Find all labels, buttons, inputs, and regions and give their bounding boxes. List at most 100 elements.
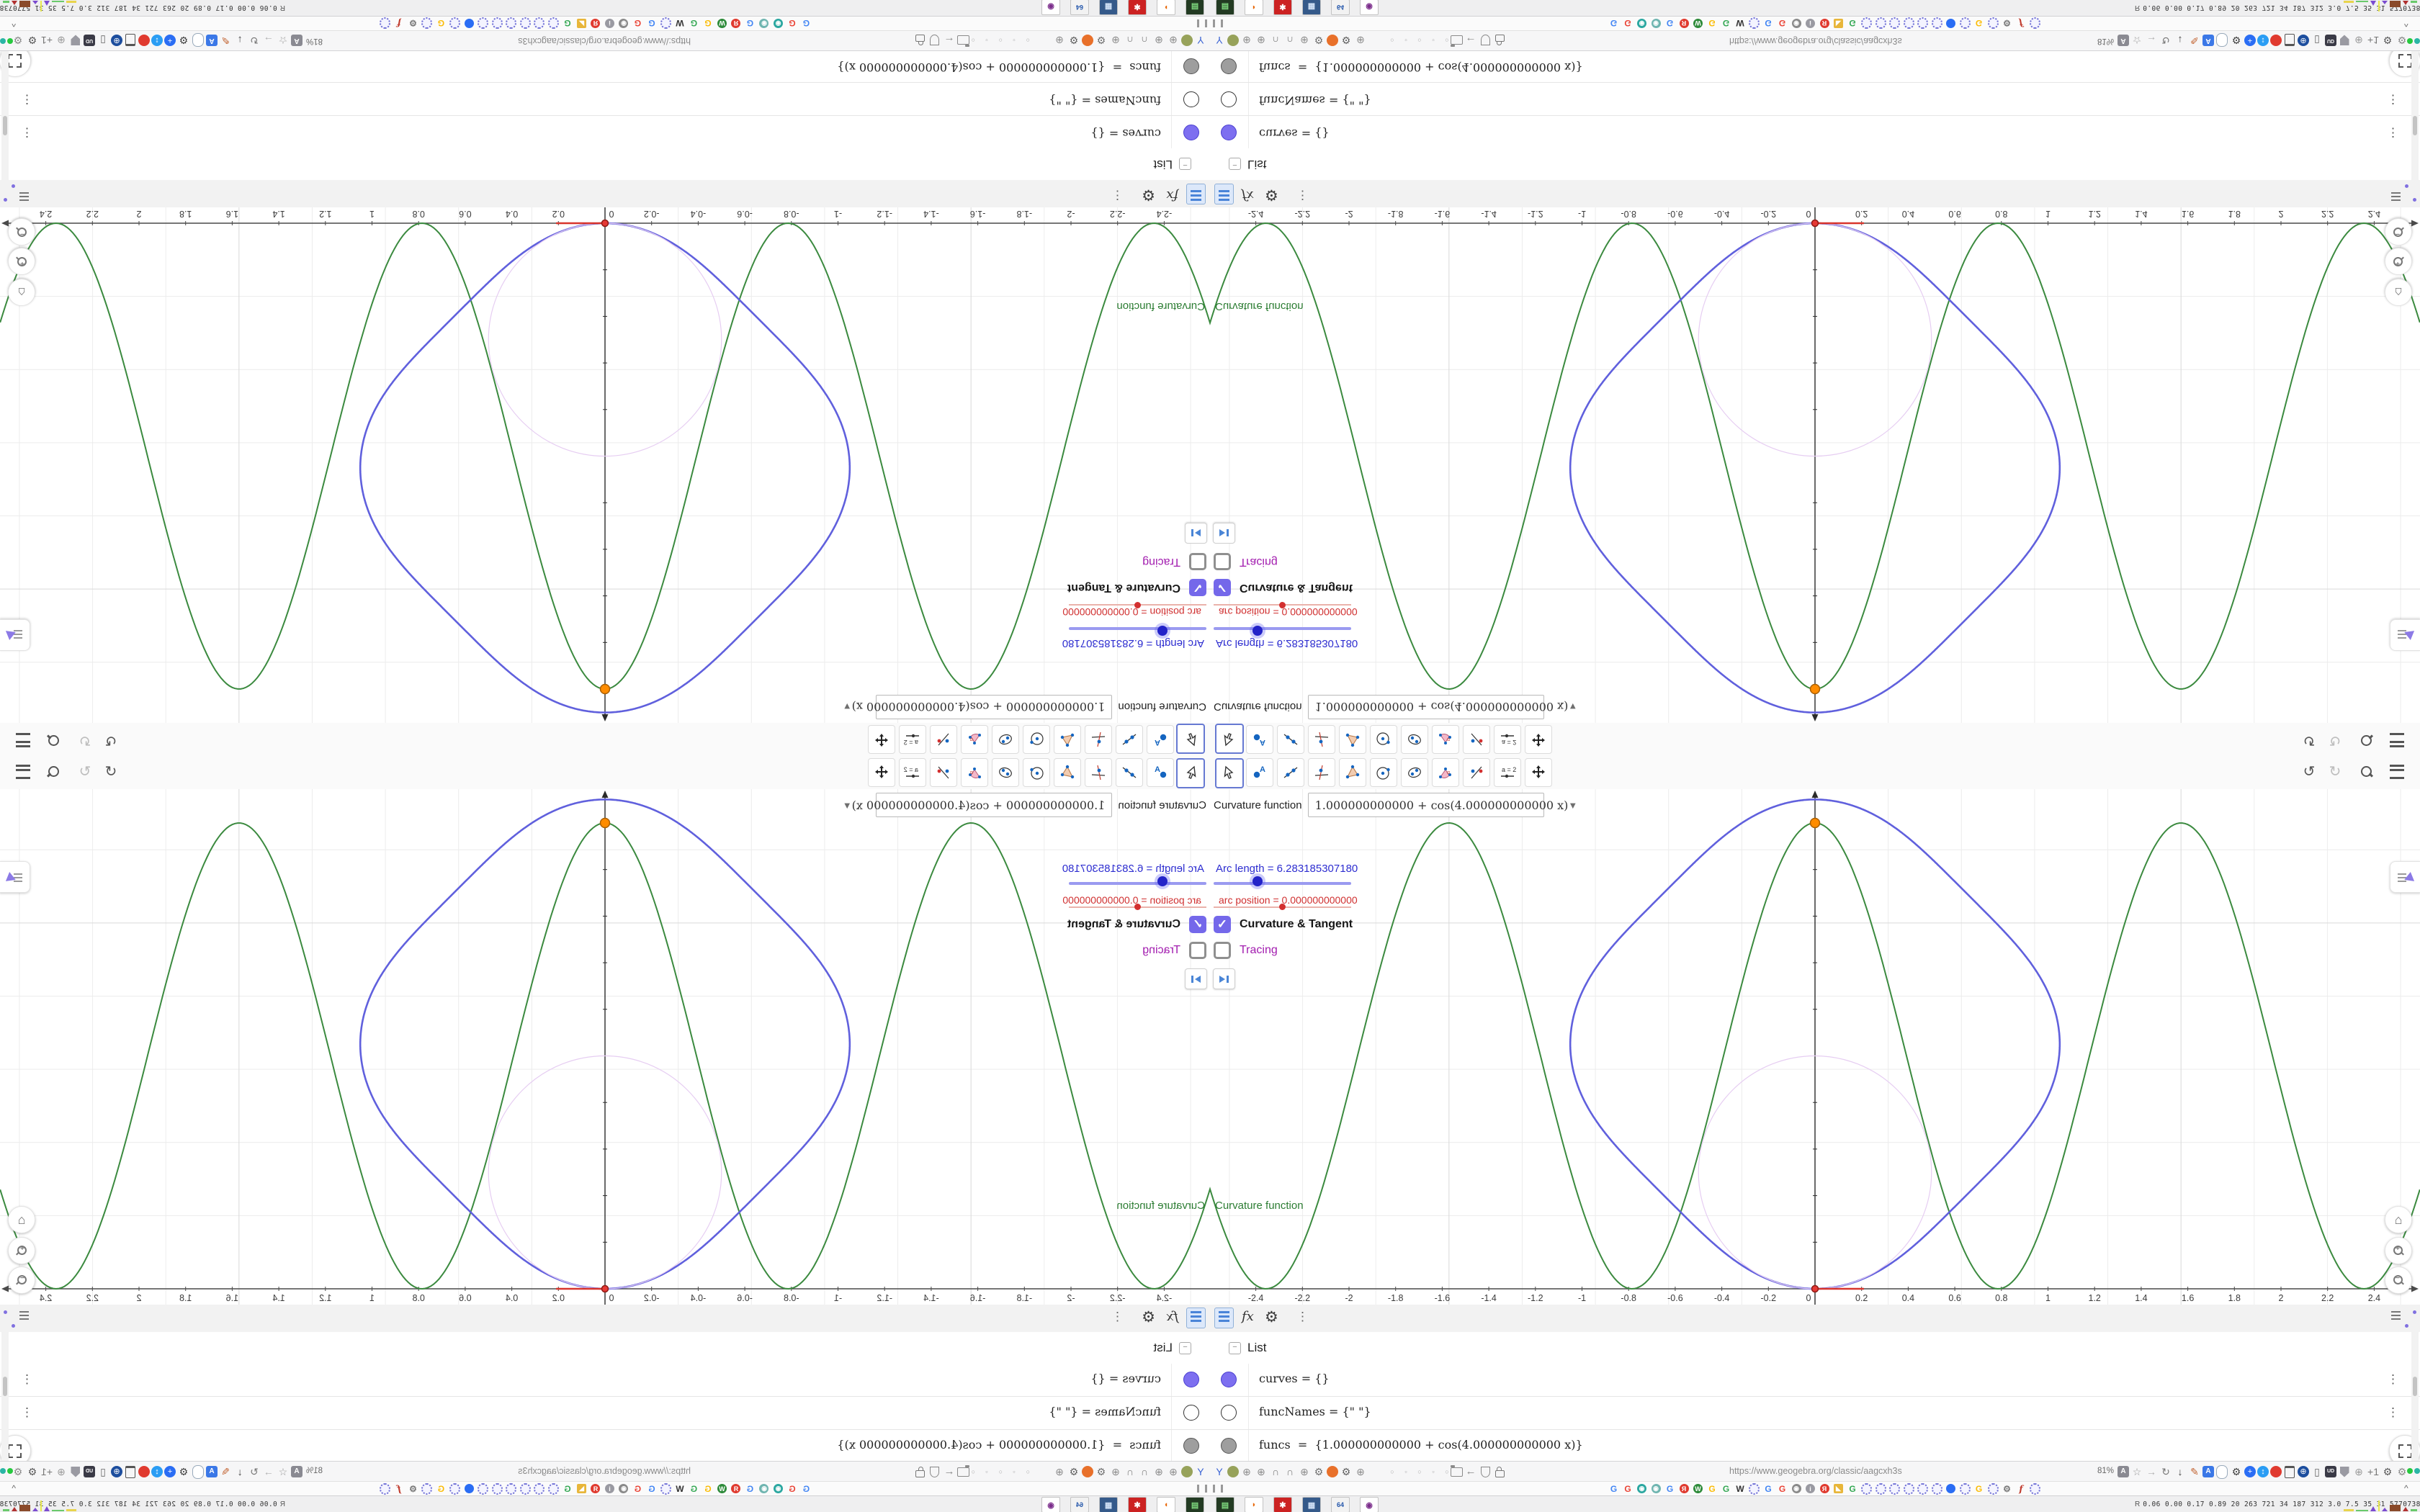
tab-favicon[interactable] xyxy=(1917,17,1928,30)
tool-perpendicular-line[interactable] xyxy=(1308,758,1335,787)
folder-icon[interactable] xyxy=(1450,34,1463,47)
glyph-icon[interactable]: ⊕ xyxy=(1240,34,1253,47)
tab-favicon[interactable] xyxy=(478,17,489,30)
origin-point[interactable] xyxy=(1811,1284,1819,1293)
tab-favicon[interactable]: ◉ xyxy=(619,18,629,29)
glyph-icon[interactable]: +1 xyxy=(2367,34,2380,47)
tab-favicon[interactable]: G xyxy=(745,1483,756,1494)
arc-length-slider[interactable] xyxy=(1214,876,1351,886)
tab-favicon[interactable]: G xyxy=(1721,18,1731,29)
tab-favicon[interactable] xyxy=(1875,1482,1886,1495)
cir-icon[interactable]: ⊕ xyxy=(111,1466,122,1477)
tab-favicon[interactable] xyxy=(464,1483,475,1494)
scrollbar-thumb[interactable] xyxy=(2413,1377,2417,1396)
curve-point[interactable] xyxy=(1809,817,1821,829)
settings-gear-icon[interactable]: ⚙ xyxy=(1265,1308,1278,1326)
tool-move-graphics-view[interactable] xyxy=(1525,725,1552,754)
glyph-icon[interactable]: ↻ xyxy=(248,34,261,47)
tab-favicon[interactable]: f xyxy=(394,1483,405,1494)
tab-favicon[interactable]: G xyxy=(1664,18,1675,29)
glyph-icon[interactable]: ∩ xyxy=(1283,1465,1296,1478)
curvature-function-dropdown[interactable]: 1.000000000000 + cos(4.000000000000 x) ▼ xyxy=(843,695,1113,719)
tab-favicon[interactable]: G xyxy=(1623,1483,1634,1494)
tool-perpendicular-line[interactable] xyxy=(1308,725,1335,754)
visibility-marble[interactable] xyxy=(1221,125,1237,140)
sq-icon[interactable]: A xyxy=(206,1466,218,1477)
undo-button[interactable]: ↺ xyxy=(98,726,124,754)
tab-favicon[interactable] xyxy=(548,17,559,30)
curvature-tangent-checkbox[interactable]: ✓ xyxy=(1189,579,1206,596)
tab-favicon[interactable]: ◣ xyxy=(1833,18,1844,29)
visibility-marble[interactable] xyxy=(1221,1372,1237,1387)
glyph-icon[interactable]: ▯ xyxy=(97,1465,109,1478)
glyph-icon[interactable]: ☆ xyxy=(277,34,290,47)
tab-favicon[interactable] xyxy=(421,17,433,30)
taskbar-app-button[interactable]: ◗ xyxy=(1245,1497,1263,1512)
visibility-marble[interactable] xyxy=(1221,91,1237,107)
glyph-icon[interactable]: → xyxy=(262,34,275,47)
tool-move[interactable] xyxy=(1176,758,1205,788)
tab-favicon[interactable]: Я xyxy=(1819,18,1830,29)
main-menu-button[interactable] xyxy=(2384,726,2410,754)
page-url[interactable]: https://www.geogebra.org/classic/aagcxh3… xyxy=(518,36,691,46)
shield-icon[interactable] xyxy=(928,1465,941,1478)
scrollbar-thumb[interactable] xyxy=(3,1377,7,1396)
tab-favicon[interactable]: ◣ xyxy=(1833,1483,1844,1494)
tab-favicon[interactable]: W xyxy=(1693,1483,1703,1494)
step-animation-button[interactable] xyxy=(1185,523,1207,544)
undo-button[interactable]: ↺ xyxy=(2296,726,2322,754)
algebra-row[interactable]: funcNames = {" "} ⋮ xyxy=(1210,82,2420,115)
browser-zoom-level[interactable]: 81% xyxy=(2097,1467,2114,1475)
tool-point[interactable]: A xyxy=(1147,758,1174,787)
sq-icon[interactable]: UD xyxy=(84,35,95,46)
glyph-icon[interactable]: ⊕ xyxy=(1152,34,1165,47)
glyph-icon[interactable]: ⊕ xyxy=(55,34,68,47)
glyph-icon[interactable]: ⊕ xyxy=(1298,1465,1311,1478)
tab-favicon[interactable]: ◉ xyxy=(619,1483,629,1494)
tool-polygon[interactable] xyxy=(1054,758,1081,787)
glyph-icon[interactable]: ⊕ xyxy=(1354,34,1367,47)
tool-slider[interactable]: a = 2 xyxy=(899,758,926,787)
graphics-view[interactable]: -2.4 -2.2 -2 -1.8 -1.6 -1.4 -1.2 -1 -0.8 -0.6 -0.4… xyxy=(1210,789,2420,1305)
zoom-in-button[interactable]: + xyxy=(2385,248,2412,275)
taskbar-app-button[interactable]: ▤ xyxy=(1186,0,1204,15)
tab-favicon[interactable] xyxy=(1889,1482,1900,1495)
glyph-icon[interactable]: Y xyxy=(1213,1465,1226,1478)
tab-favicon[interactable] xyxy=(660,1482,671,1495)
algebra-row[interactable]: curves = {} ⋮ xyxy=(1210,115,2420,148)
algebra-scrollbar[interactable] xyxy=(1,51,9,180)
collapse-icon[interactable]: − xyxy=(1179,158,1191,171)
taskbar-app-button[interactable]: ✱ xyxy=(1273,0,1292,15)
row-kebab-icon[interactable]: ⋮ xyxy=(2387,1405,2399,1420)
curvature-function-dropdown[interactable]: 1.000000000000 + cos(4.000000000000 x) ▼ xyxy=(1307,793,1577,817)
curvature-tangent-checkbox[interactable]: ✓ xyxy=(1189,916,1206,933)
curvature-function-dropdown[interactable]: 1.000000000000 + cos(4.000000000000 x) ▼ xyxy=(843,793,1113,817)
tab-favicon[interactable]: G xyxy=(632,1483,643,1494)
tab-favicon[interactable] xyxy=(520,1482,531,1495)
tab-favicon[interactable]: G xyxy=(1973,1483,1984,1494)
glyph-icon[interactable]: ↓ xyxy=(2174,1465,2187,1478)
tab-favicon[interactable]: G xyxy=(1763,1483,1774,1494)
back-arrow-icon[interactable]: ← xyxy=(943,1465,956,1478)
algebra-scrollbar[interactable] xyxy=(2411,1332,2419,1461)
stylebar-kebab-icon[interactable]: ⋮ xyxy=(1296,1310,1309,1324)
glyph-icon[interactable]: ▯ xyxy=(2311,34,2323,47)
tab-favicon[interactable]: W xyxy=(675,1483,686,1494)
row-kebab-icon[interactable]: ⋮ xyxy=(21,1372,33,1387)
curve-point[interactable] xyxy=(1809,683,1821,695)
taskbar-app-button[interactable]: ▦ xyxy=(1302,0,1321,15)
cir-icon[interactable] xyxy=(1327,35,1338,46)
tab-overflow-caret[interactable]: ^ xyxy=(12,1483,16,1493)
glyph-icon[interactable]: ⚙ xyxy=(1340,1465,1353,1478)
tool-reflect-about-line[interactable] xyxy=(1463,758,1490,787)
panel-toggle-button[interactable] xyxy=(2390,619,2420,651)
tab-favicon[interactable]: G xyxy=(787,18,798,29)
curve-point[interactable] xyxy=(599,817,611,829)
algebra-row[interactable]: funcs = {1.000000000000 + cos(4.00000000… xyxy=(1210,1430,2420,1463)
step-animation-button[interactable] xyxy=(1213,523,1235,544)
tab-favicon[interactable] xyxy=(1917,1482,1928,1495)
tab-favicon[interactable] xyxy=(1903,17,1914,30)
glyph-icon[interactable]: ↻ xyxy=(2159,34,2172,47)
tab-favicon[interactable]: G xyxy=(689,18,699,29)
tab-favicon[interactable]: G xyxy=(1608,18,1619,29)
